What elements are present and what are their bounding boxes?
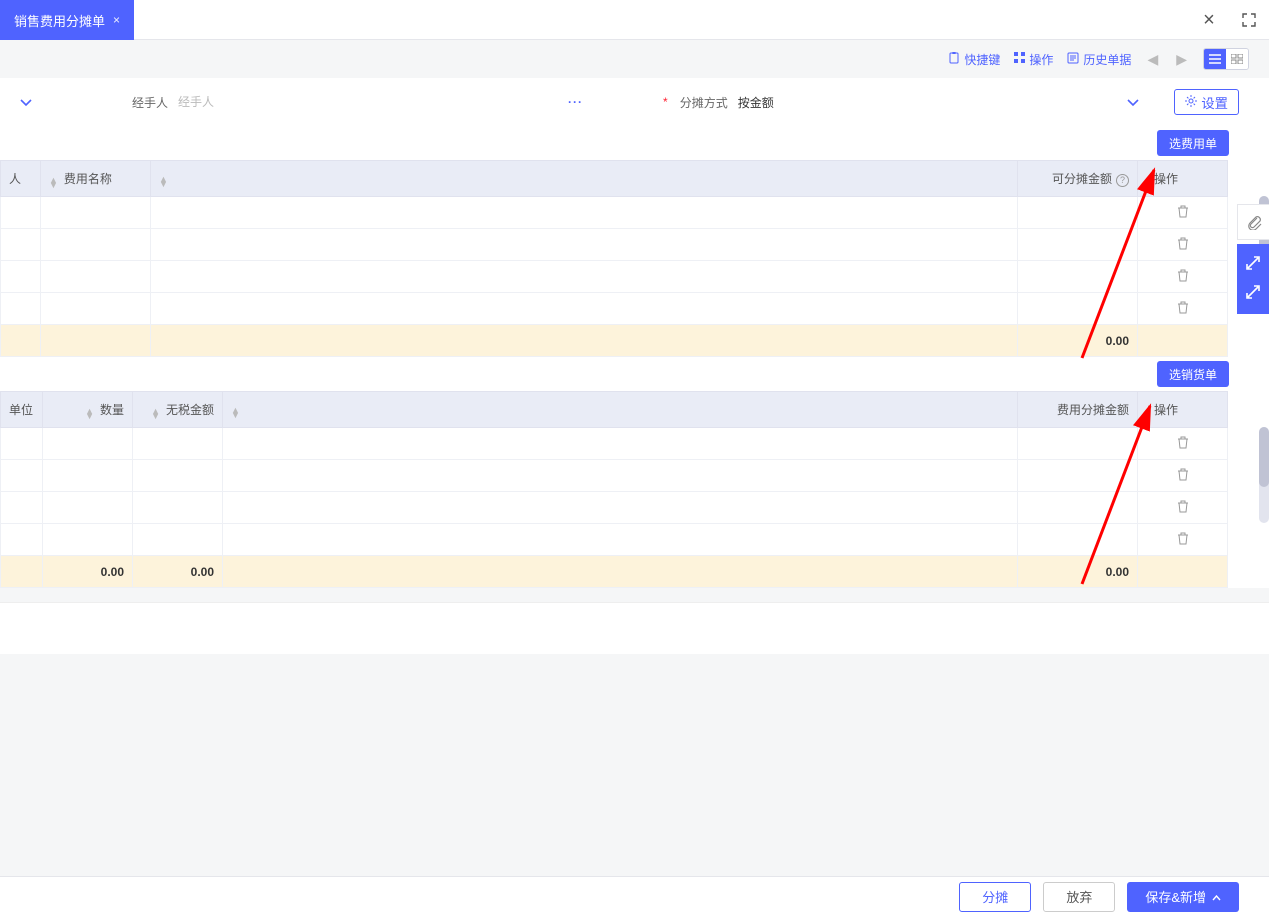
pick-sales-button[interactable]: 选销货单 [1157, 361, 1229, 387]
side-expand-panel [1237, 244, 1269, 314]
total-row: 0.00 [1, 325, 1228, 357]
sort-icon: ▲▼ [231, 408, 240, 418]
col-person[interactable]: 人 [1, 161, 41, 197]
table-row[interactable] [1, 261, 1228, 293]
view-card-icon[interactable] [1226, 49, 1248, 69]
col-blank[interactable]: ▲▼ [223, 392, 1018, 428]
shortcut-label: 快捷键 [964, 51, 1000, 68]
trash-icon[interactable] [1177, 469, 1189, 484]
col-blank[interactable]: ▲▼ [151, 161, 1018, 197]
grid-icon [1014, 52, 1025, 66]
trash-icon[interactable] [1177, 501, 1189, 516]
close-icon[interactable]: × [1189, 0, 1229, 40]
table-row[interactable] [1, 524, 1228, 556]
allocate-button[interactable]: 分摊 [959, 882, 1031, 912]
handler-input[interactable] [178, 95, 558, 109]
sort-icon: ▲▼ [85, 409, 94, 419]
trash-icon[interactable] [1177, 302, 1189, 317]
expense-table: 人 ▲▼费用名称 ▲▼ 可分摊金额? 操作 0.00 [0, 160, 1228, 357]
total-fee: 0.00 [1018, 556, 1138, 588]
col-fee-alloc[interactable]: 费用分摊金额 [1018, 392, 1138, 428]
col-operate: 操作 [1138, 392, 1228, 428]
scrollbar[interactable] [1259, 427, 1269, 523]
nav-next-icon[interactable]: ▶ [1174, 51, 1189, 68]
discard-button[interactable]: 放弃 [1043, 882, 1115, 912]
method-value[interactable]: 按金额 [738, 94, 1118, 111]
handler-label: 经手人 [132, 94, 168, 111]
operate-label: 操作 [1029, 51, 1053, 68]
settings-button[interactable]: 设置 [1174, 89, 1239, 115]
sort-icon: ▲▼ [159, 177, 168, 187]
tab-active[interactable]: 销售费用分摊单 × [0, 0, 134, 40]
expand-in-icon[interactable] [1245, 284, 1261, 303]
trash-icon[interactable] [1177, 238, 1189, 253]
table-row[interactable] [1, 197, 1228, 229]
trash-icon[interactable] [1177, 533, 1189, 548]
total-notax: 0.00 [133, 556, 223, 588]
tab-title: 销售费用分摊单 [14, 11, 105, 30]
view-list-icon[interactable] [1204, 49, 1226, 69]
chevron-up-icon [1212, 889, 1221, 904]
sort-icon: ▲▼ [49, 178, 58, 188]
save-new-button[interactable]: 保存&新增 [1127, 882, 1239, 912]
tab-close-icon[interactable]: × [113, 13, 120, 27]
table-row[interactable] [1, 293, 1228, 325]
trash-icon[interactable] [1177, 437, 1189, 452]
total-row: 0.000.000.00 [1, 556, 1228, 588]
gear-icon [1185, 95, 1197, 110]
history-label: 历史单据 [1083, 51, 1131, 68]
sales-table: 单位 ▲▼数量 ▲▼无税金额 ▲▼ 费用分摊金额 操作 0.000.000.00 [0, 391, 1228, 588]
col-qty[interactable]: ▲▼数量 [43, 392, 133, 428]
table-row[interactable] [1, 428, 1228, 460]
table-row[interactable] [1, 229, 1228, 261]
total-qty: 0.00 [43, 556, 133, 588]
col-expense-name[interactable]: ▲▼费用名称 [41, 161, 151, 197]
table-row[interactable] [1, 460, 1228, 492]
help-icon[interactable]: ? [1116, 174, 1129, 187]
nav-prev-icon[interactable]: ◀ [1145, 51, 1160, 68]
clipboard-icon [948, 52, 960, 67]
operate-link[interactable]: 操作 [1014, 51, 1053, 68]
settings-label: 设置 [1201, 93, 1228, 112]
method-label: 分摊方式 [680, 94, 728, 111]
trash-icon[interactable] [1177, 270, 1189, 285]
shortcut-link[interactable]: 快捷键 [948, 51, 1000, 68]
required-mark: * [663, 95, 668, 109]
history-link[interactable]: 历史单据 [1067, 51, 1131, 68]
trash-icon[interactable] [1177, 206, 1189, 221]
save-new-label: 保存&新增 [1145, 887, 1206, 906]
pick-expense-button[interactable]: 选费用单 [1157, 130, 1229, 156]
col-operate: 操作 [1138, 161, 1228, 197]
expand-out-icon[interactable] [1245, 255, 1261, 274]
fullscreen-icon[interactable] [1235, 0, 1263, 40]
table-row[interactable] [1, 492, 1228, 524]
total-alloc: 0.00 [1018, 325, 1138, 357]
col-unit[interactable]: 单位 [1, 392, 43, 428]
notes-area [0, 602, 1269, 654]
attachment-icon[interactable] [1237, 204, 1269, 240]
col-notax[interactable]: ▲▼无税金额 [133, 392, 223, 428]
more-icon[interactable]: ··· [568, 95, 583, 109]
sort-icon: ▲▼ [151, 409, 160, 419]
col-alloc-amount[interactable]: 可分摊金额? [1018, 161, 1138, 197]
history-icon [1067, 52, 1079, 67]
method-chevron-down-icon[interactable] [1127, 94, 1139, 110]
chevron-down-icon[interactable] [20, 94, 32, 110]
